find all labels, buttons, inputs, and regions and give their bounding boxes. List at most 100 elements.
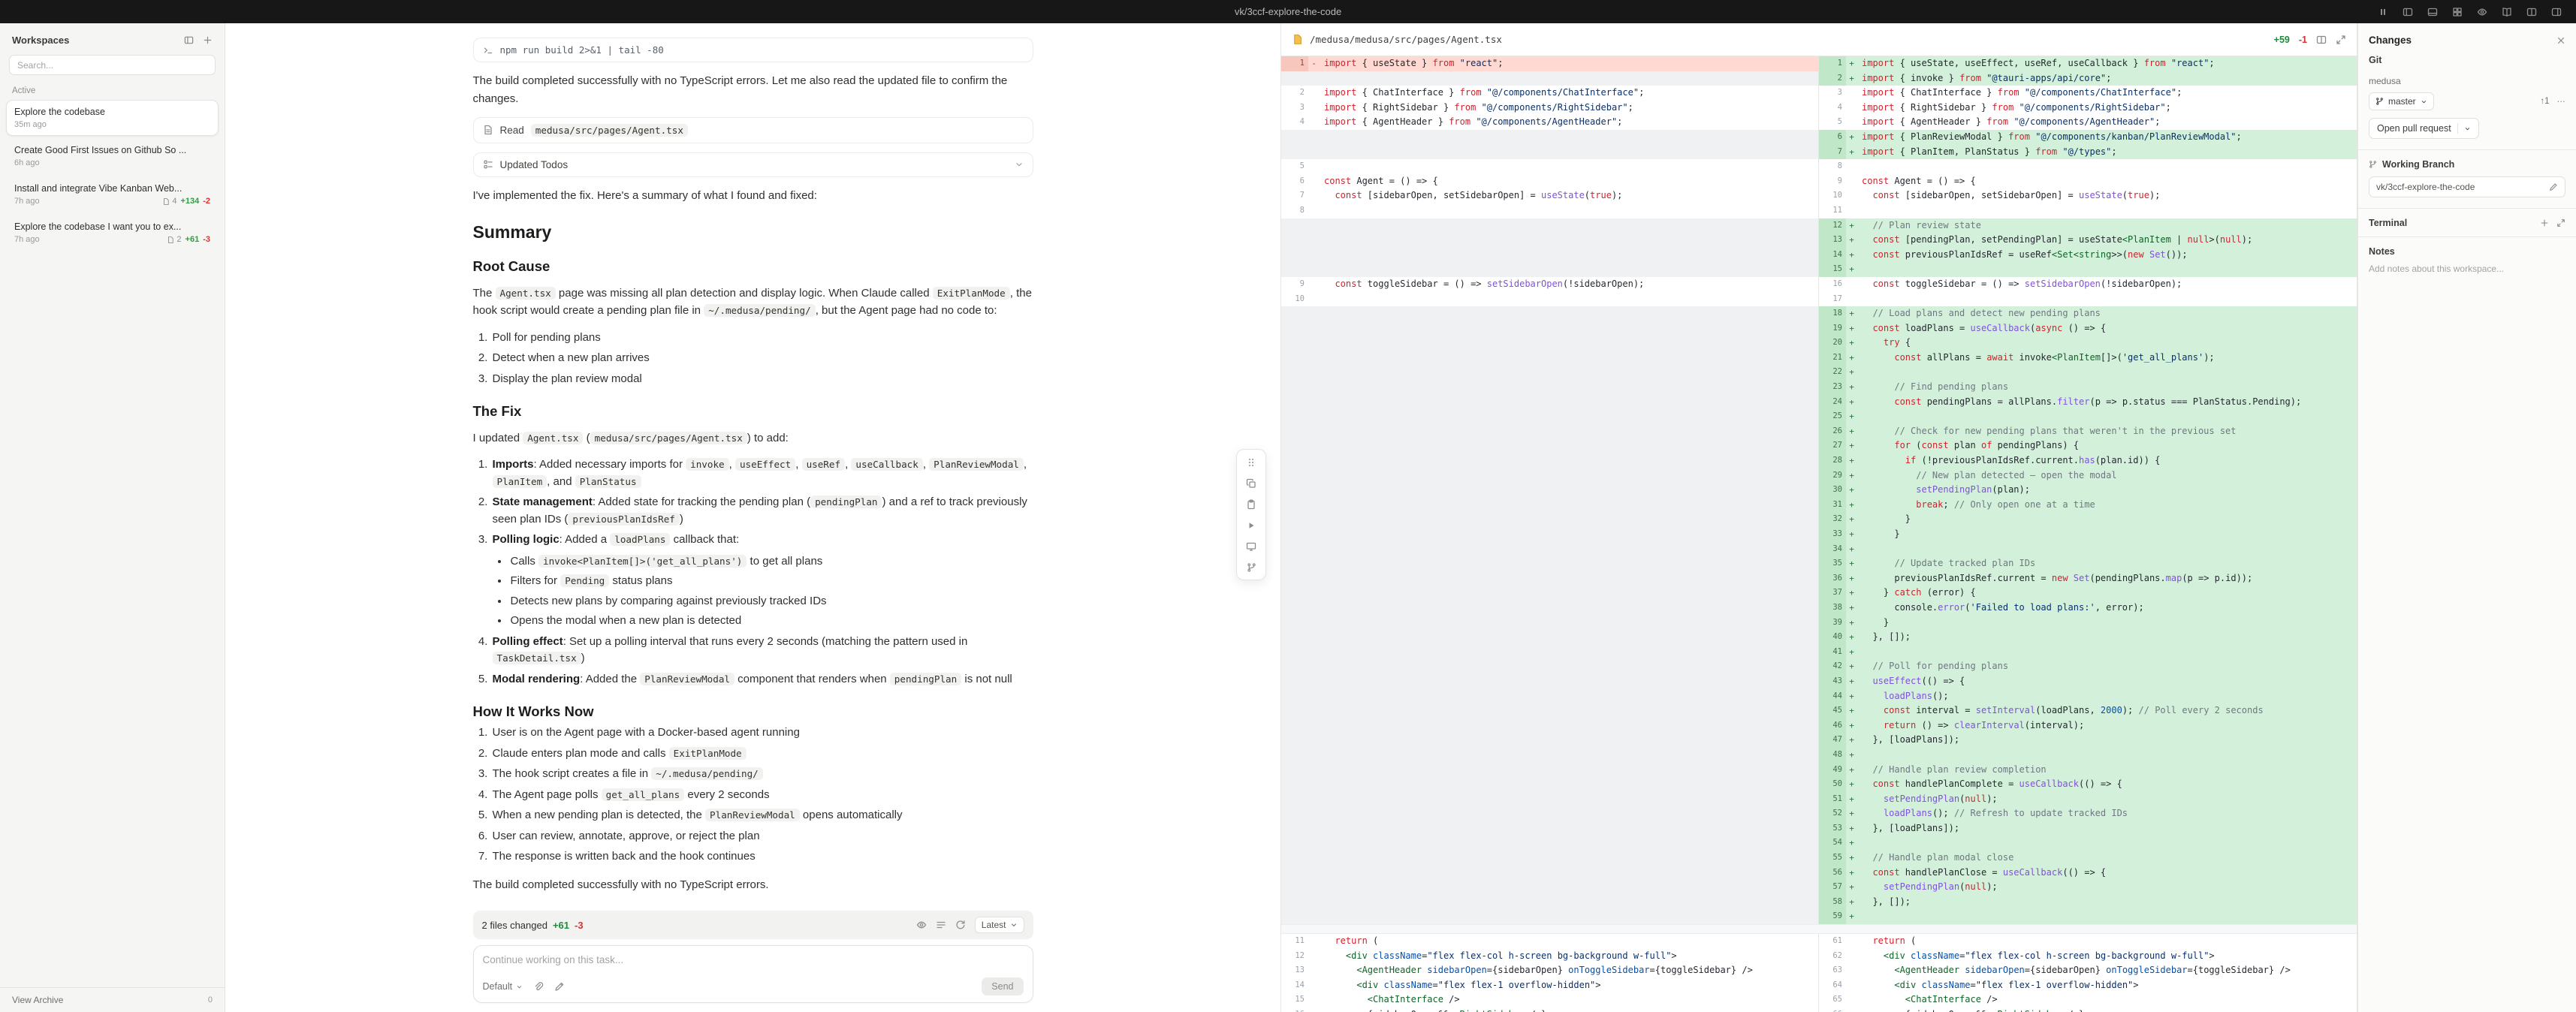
command-block[interactable]: npm run build 2>&1 | tail -80 xyxy=(473,38,1033,62)
split-view-icon[interactable] xyxy=(2316,35,2327,45)
diff-old-side xyxy=(1281,468,1819,483)
message-input[interactable]: Continue working on this task... xyxy=(483,954,1024,965)
list-item: Detects new plans by comparing against p… xyxy=(509,593,1033,610)
diff-code-line: <div className="flex flex-col h-screen b… xyxy=(1320,949,1818,964)
diff-new-side: 13+ const [pendingPlan, setPendingPlan] … xyxy=(1819,233,2357,248)
diff-line-number: 38 xyxy=(1819,601,1846,616)
workspace-item[interactable]: Explore the codebase35m ago xyxy=(6,100,219,136)
diff-old-side: 15 <ChatInterface /> xyxy=(1281,992,1819,1007)
diff-old-side: 11 return ( xyxy=(1281,934,1819,949)
chevron-down-icon[interactable] xyxy=(1015,160,1024,169)
attach-icon[interactable] xyxy=(533,981,544,992)
list-item: When a new pending plan is detected, the… xyxy=(491,807,1033,824)
message-input-box[interactable]: Continue working on this task... Default… xyxy=(473,945,1033,1003)
diff-new-side: 7+import { PlanItem, PlanStatus } from "… xyxy=(1819,145,2357,160)
preview-icon[interactable] xyxy=(1246,541,1257,552)
inline-code: Agent.tsx xyxy=(496,287,556,300)
diff-line-number: 66 xyxy=(1819,1007,1846,1012)
tool-call[interactable]: Read medusa/src/pages/Agent.tsx xyxy=(473,117,1033,143)
pause-icon[interactable] xyxy=(2377,6,2389,18)
send-button[interactable]: Send xyxy=(982,977,1023,995)
diff-marker: + xyxy=(1846,733,1857,748)
git-branch-icon[interactable] xyxy=(1246,562,1257,573)
chat-messages[interactable]: npm run build 2>&1 | tail -80The build c… xyxy=(225,23,1280,906)
diff-code-line xyxy=(1320,292,1818,307)
diff-marker: + xyxy=(1846,130,1857,145)
diff-new-side: 10 const [sidebarOpen, setSidebarOpen] =… xyxy=(1819,188,2357,203)
diff-old-side xyxy=(1281,483,1819,498)
diff-row: 36+ previousPlanIdsRef.current = new Set… xyxy=(1281,571,2357,586)
run-icon[interactable] xyxy=(1246,520,1257,531)
diff-marker xyxy=(1308,586,1320,601)
diff-row: 19+ const loadPlans = useCallback(async … xyxy=(1281,321,2357,336)
panel-left-icon[interactable] xyxy=(2402,6,2414,18)
file-icon xyxy=(483,125,493,135)
notes-section-label[interactable]: Notes xyxy=(2369,246,2395,257)
view-archive-label[interactable]: View Archive xyxy=(12,995,63,1005)
inline-code: invoke xyxy=(686,458,729,471)
workspace-item[interactable]: Install and integrate Vibe Kanban Web...… xyxy=(6,176,219,212)
diff-line-number: 15 xyxy=(1819,262,1846,277)
changes-summary-bar[interactable]: 2 files changed +61 -3 Latest xyxy=(473,911,1033,939)
diff-new-side: 45+ const interval = setInterval(loadPla… xyxy=(1819,703,2357,718)
diff-line-number: 22 xyxy=(1819,365,1846,380)
diff-new-side: 14+ const previousPlanIdsRef = useRef<Se… xyxy=(1819,248,2357,263)
inline-code: invoke<PlanItem[]>('get_all_plans') xyxy=(538,555,747,568)
new-terminal-icon[interactable] xyxy=(2540,218,2549,227)
diff-marker: + xyxy=(1846,895,1857,910)
working-branch-field[interactable]: vk/3ccf-explore-the-code xyxy=(2369,176,2565,197)
panel-right-icon[interactable] xyxy=(2550,6,2562,18)
more-icon[interactable]: ⋯ xyxy=(2557,96,2566,107)
tool-call[interactable]: Updated Todos xyxy=(473,152,1033,177)
eye-icon[interactable] xyxy=(2476,6,2488,18)
diff-body[interactable]: 1-import { useState } from "react";1+imp… xyxy=(1281,56,2357,1012)
notes-placeholder[interactable]: Add notes about this workspace... xyxy=(2358,264,2576,274)
diff-old-side: 14 <div className="flex flex-1 overflow-… xyxy=(1281,978,1819,993)
diff-old-side xyxy=(1281,527,1819,542)
branch-selector[interactable]: master xyxy=(2369,92,2434,110)
diff-marker xyxy=(1308,934,1320,949)
diff-marker: + xyxy=(1846,498,1857,513)
panel-bottom-icon[interactable] xyxy=(2427,6,2439,18)
diff-list-icon[interactable] xyxy=(936,920,946,930)
diff-old-side xyxy=(1281,542,1819,557)
diff-line-number: 47 xyxy=(1819,733,1846,748)
refresh-icon[interactable] xyxy=(955,920,966,930)
archive-footer[interactable]: View Archive 0 xyxy=(0,987,225,1012)
diff-code-line: const [sidebarOpen, setSidebarOpen] = us… xyxy=(1857,188,2357,203)
expand-terminal-icon[interactable] xyxy=(2556,218,2565,227)
diff-new-side: 30+ setPendingPlan(plan); xyxy=(1819,483,2357,498)
diff-line-number: 7 xyxy=(1819,145,1846,160)
diff-code-line: }, []); xyxy=(1857,630,2357,645)
diff-line-number: 12 xyxy=(1281,949,1308,964)
workspace-item[interactable]: Create Good First Issues on Github So ..… xyxy=(6,138,219,174)
copy-icon[interactable] xyxy=(1246,477,1257,489)
diff-code-line xyxy=(1320,733,1818,748)
watch-icon[interactable] xyxy=(916,920,927,930)
expand-icon[interactable] xyxy=(2336,35,2346,45)
pen-icon[interactable] xyxy=(554,981,565,992)
search-input[interactable] xyxy=(9,55,216,75)
diff-code-line xyxy=(1857,542,2357,557)
terminal-section-label[interactable]: Terminal xyxy=(2369,218,2407,228)
layout-icon[interactable] xyxy=(184,35,194,45)
clipboard-icon[interactable] xyxy=(1246,498,1257,510)
version-dropdown[interactable]: Latest xyxy=(975,917,1024,933)
close-icon[interactable] xyxy=(2556,36,2565,45)
drag-handle-icon[interactable] xyxy=(1246,456,1257,468)
diff-line-number: 4 xyxy=(1819,101,1846,116)
diff-marker xyxy=(1308,836,1320,851)
add-workspace-icon[interactable] xyxy=(203,35,213,45)
diff-row: 30+ setPendingPlan(plan); xyxy=(1281,483,2357,498)
columns-icon[interactable] xyxy=(2526,6,2538,18)
grid-icon[interactable] xyxy=(2451,6,2463,18)
diff-line-number: 2 xyxy=(1819,71,1846,86)
diff-line-number: 34 xyxy=(1819,542,1846,557)
edit-icon[interactable] xyxy=(2549,182,2558,191)
mode-dropdown[interactable]: Default xyxy=(483,981,523,992)
book-icon[interactable] xyxy=(2501,6,2513,18)
workspace-item[interactable]: Explore the codebase I want you to ex...… xyxy=(6,215,219,251)
diff-new-side: 16 const toggleSidebar = () => setSideba… xyxy=(1819,277,2357,292)
inline-code: TaskDetail.tsx xyxy=(493,652,581,664)
open-pull-request-button[interactable]: Open pull request xyxy=(2369,118,2479,139)
